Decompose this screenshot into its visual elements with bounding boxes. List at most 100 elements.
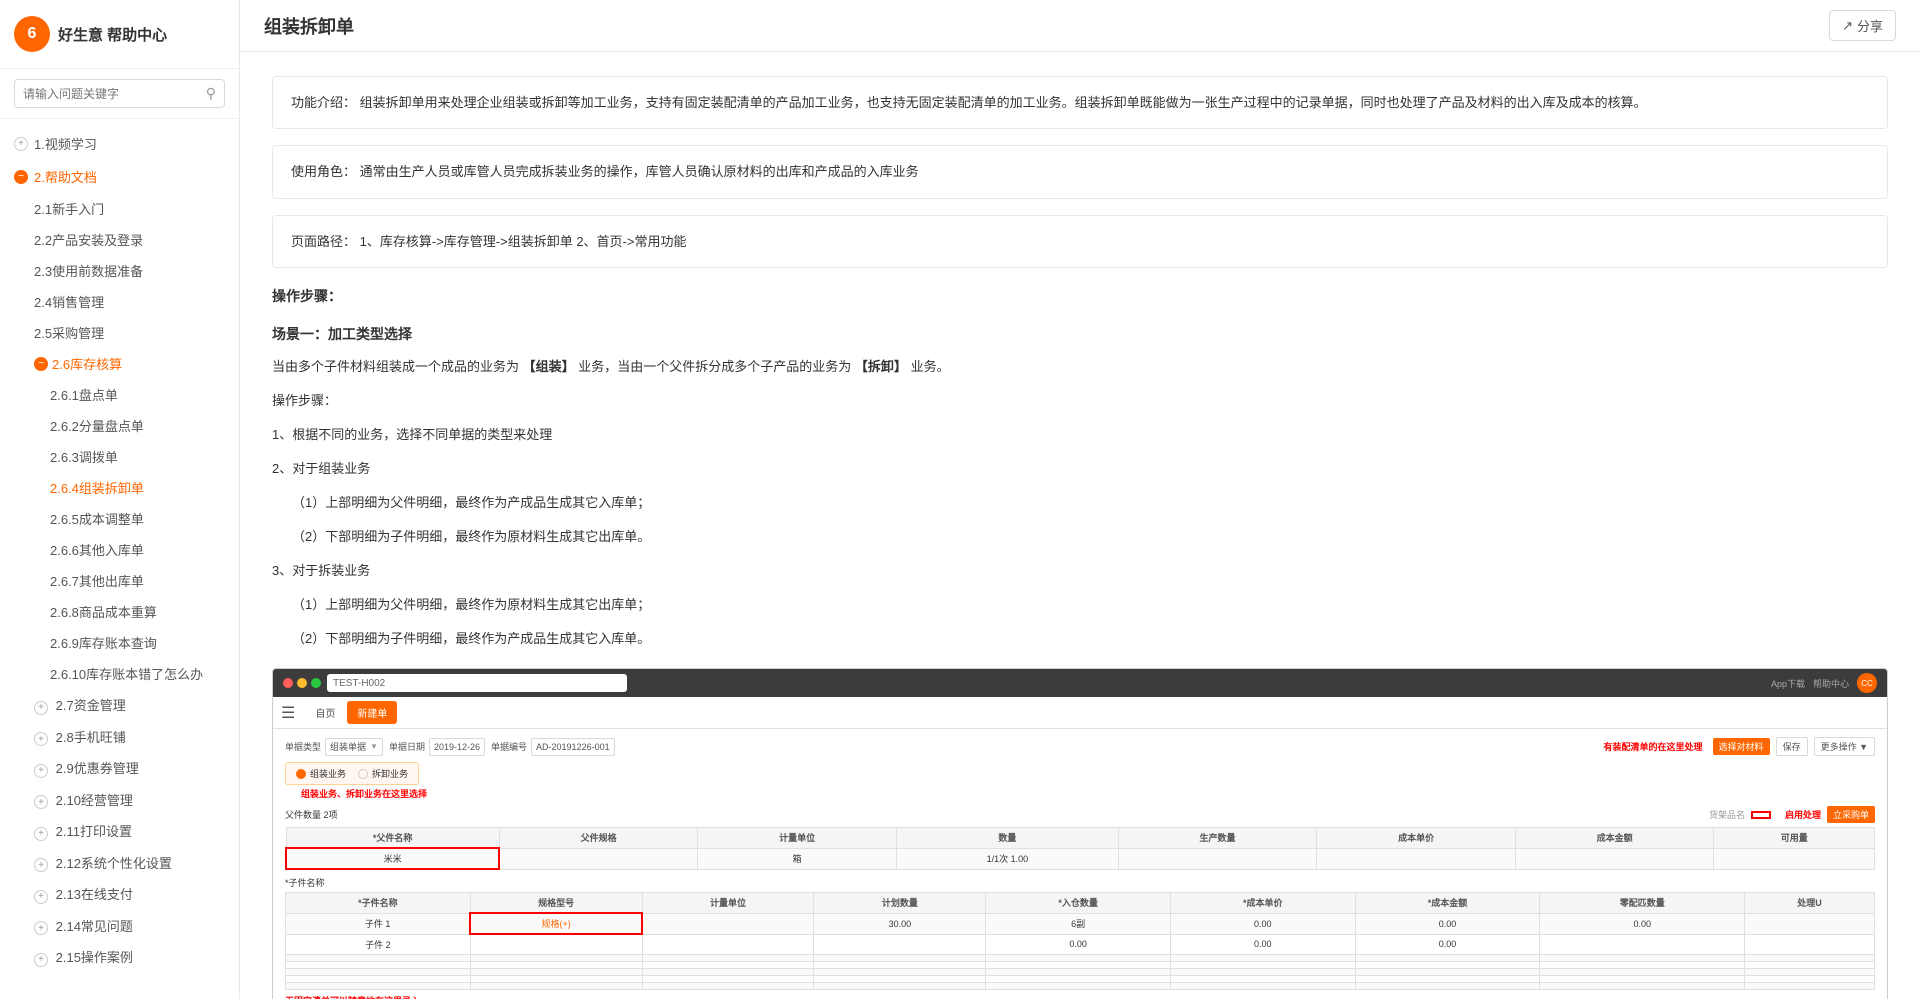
- collapse-icon: −: [14, 170, 28, 184]
- ss-top-table-actions: 货架品名 启用处理 立采购单: [1709, 806, 1875, 823]
- sidebar-item-inv-266[interactable]: 2.6.6其他入库单: [0, 534, 239, 565]
- ss-tab-new[interactable]: 新建单: [347, 701, 397, 724]
- logo-area: 6 好生意 帮助中心: [0, 0, 239, 69]
- search-icon: ⚲: [206, 85, 216, 102]
- sidebar-item-mobile[interactable]: + 2.8手机旺铺: [0, 721, 239, 753]
- sidebar-item-faq[interactable]: + 2.14常见问题: [0, 910, 239, 942]
- sidebar-item-finance[interactable]: + 2.7资金管理: [0, 689, 239, 721]
- ss-avatar: CC: [1857, 673, 1877, 693]
- top-bar: 组装拆卸单 ↗ 分享: [240, 0, 1920, 52]
- scene1-heading: 场景一：加工类型选择: [272, 324, 1888, 344]
- sidebar-item-inv-2610[interactable]: 2.6.10库存账本错了怎么办: [0, 658, 239, 689]
- sidebar-item-online-pay[interactable]: + 2.13在线支付: [0, 878, 239, 910]
- search-box[interactable]: ⚲: [14, 79, 225, 108]
- step1: 1、根据不同的业务，选择不同单据的类型来处理: [272, 422, 1888, 448]
- logo-icon: 6: [14, 16, 50, 52]
- ss-save-btn[interactable]: 保存: [1776, 737, 1808, 756]
- ss-type-option-disassemble[interactable]: 拆卸业务: [358, 767, 408, 780]
- ss-annotation-3: 启用处理: [1785, 808, 1821, 821]
- path-text: 1、库存核算->库存管理->组装拆卸单 2、首页->常用功能: [360, 234, 687, 249]
- ss-more-btn[interactable]: 更多操作 ▼: [1814, 737, 1875, 756]
- sidebar-item-inv-269[interactable]: 2.6.9库存账本查询: [0, 627, 239, 658]
- sidebar-item-print[interactable]: + 2.11打印设置: [0, 815, 239, 847]
- role-block: 使用角色： 通常由生产人员或库管人员完成拆装业务的操作，库管人员确认原材料的出库…: [272, 145, 1888, 198]
- step3-2: （2）下部明细为子件明细，最终作为产成品生成其它入库单。: [272, 626, 1888, 652]
- nav-list: + 1.视频学习 − 2.帮助文档 2.1新手入门 2.2产品安装及登录 2.3…: [0, 119, 239, 999]
- step2: 2、对于组装业务: [272, 456, 1888, 482]
- maximize-dot: [311, 678, 321, 688]
- ss-type-selector-area: 组装业务 拆卸业务 组装业务、拆卸业务在这里选择: [285, 762, 1875, 800]
- chevron-down-icon: ▼: [370, 742, 378, 751]
- ss-enable-input[interactable]: [1751, 811, 1771, 819]
- sidebar-item-video[interactable]: + 1.视频学习: [0, 127, 239, 160]
- step2-2: （2）下部明细为子件明细，最终作为原材料生成其它出库单。: [272, 524, 1888, 550]
- sidebar-item-cases[interactable]: + 2.15操作案例: [0, 941, 239, 973]
- sidebar-item-newcomer[interactable]: 2.1新手入门: [0, 193, 239, 224]
- radio-assemble: [296, 769, 306, 779]
- sidebar-item-inv-261[interactable]: 2.6.1盘点单: [0, 379, 239, 410]
- ss-confirm-btn[interactable]: 立采购单: [1827, 806, 1875, 823]
- steps-sub-label: 操作步骤：: [272, 388, 1888, 414]
- ss-type-select[interactable]: 组装单据 ▼: [325, 738, 383, 756]
- sidebar-item-install[interactable]: 2.2产品安装及登录: [0, 224, 239, 255]
- table-row: 子件 1 规格(+) 30.00 6副 0.00 0.00 0.00: [286, 913, 1875, 934]
- cases-expand-icon: +: [34, 953, 48, 967]
- screenshot-mockup: TEST-H002 App下载 帮助中心 CC ☰ 自页 新建单: [272, 668, 1888, 999]
- ss-annotation-1: 有装配清单的在这里处理: [1604, 740, 1703, 753]
- ss-titlebar: TEST-H002 App下载 帮助中心 CC: [273, 669, 1887, 697]
- coupon-expand-icon: +: [34, 764, 48, 778]
- print-expand-icon: +: [34, 827, 48, 841]
- sidebar-item-coupon[interactable]: + 2.9优惠券管理: [0, 752, 239, 784]
- online-pay-expand-icon: +: [34, 890, 48, 904]
- finance-expand-icon: +: [34, 701, 48, 715]
- page-title: 组装拆卸单: [264, 13, 354, 39]
- table-row: [286, 968, 1875, 975]
- inventory-collapse-icon: −: [34, 357, 48, 371]
- ss-right-actions: 有装配清单的在这里处理 选择对材料 保存 更多操作 ▼: [1604, 737, 1875, 756]
- table-row: [286, 982, 1875, 989]
- ss-field-type: 单据类型 组装单据 ▼: [285, 738, 383, 756]
- main-content: 组装拆卸单 ↗ 分享 功能介绍： 组装拆卸单用来处理企业组装或拆卸等加工业务，支…: [240, 0, 1920, 999]
- sidebar-item-inventory[interactable]: − 2.6库存核算: [0, 348, 239, 379]
- ss-top-table: *父件名称 父件规格 计量单位 数量 生产数量 成本单价 成本金额 可用量: [285, 827, 1875, 870]
- step3-1: （1）上部明细为父件明细，最终作为原材料生成其它出库单；: [272, 592, 1888, 618]
- sidebar-item-inv-264[interactable]: 2.6.4组装拆卸单: [0, 472, 239, 503]
- step2-1: （1）上部明细为父件明细，最终作为产成品生成其它入库单；: [272, 490, 1888, 516]
- table-row: [286, 961, 1875, 968]
- sidebar: 6 好生意 帮助中心 ⚲ + 1.视频学习 − 2.帮助文档 2.1新手入门 2…: [0, 0, 240, 999]
- ss-select-materials-btn[interactable]: 选择对材料: [1713, 738, 1770, 755]
- path-label: 页面路径：: [291, 234, 356, 249]
- ss-annotation-4-area: 无固定清单可以随意地在这里录入: [285, 994, 1875, 999]
- ss-nav-row: ☰ 自页 新建单: [273, 697, 1887, 729]
- sidebar-item-inv-267[interactable]: 2.6.7其他出库单: [0, 565, 239, 596]
- sidebar-item-inv-262[interactable]: 2.6.2分量盘点单: [0, 410, 239, 441]
- expand-icon: +: [14, 137, 28, 151]
- ss-bottom-label-row: *子件名称: [285, 876, 1875, 889]
- search-input[interactable]: [23, 87, 206, 101]
- ss-appstore-link: App下载: [1771, 677, 1805, 690]
- sidebar-item-data-prep[interactable]: 2.3使用前数据准备: [0, 255, 239, 286]
- sidebar-item-ops[interactable]: + 2.10经营管理: [0, 784, 239, 816]
- ss-top-table-header: *父件名称 父件规格 计量单位 数量 生产数量 成本单价 成本金额 可用量: [286, 828, 1875, 849]
- path-block: 页面路径： 1、库存核算->库存管理->组装拆卸单 2、首页->常用功能: [272, 215, 1888, 268]
- ss-enable-label: 货架品名: [1709, 808, 1745, 821]
- sidebar-item-inv-265[interactable]: 2.6.5成本调整单: [0, 503, 239, 534]
- ss-date-input: 2019-12-26: [429, 738, 485, 756]
- ss-left-nav: ☰: [281, 703, 295, 723]
- ss-sidebar-toggle[interactable]: ☰: [281, 703, 295, 723]
- ss-field-date: 单据日期 2019-12-26: [389, 738, 485, 756]
- sidebar-item-sales[interactable]: 2.4销售管理: [0, 286, 239, 317]
- intro-text: 组装拆卸单用来处理企业组装或拆卸等加工业务，支持有固定装配清单的产品加工业务，也…: [360, 95, 1647, 110]
- ss-bottom-table-header: *子件名称 规格型号 计量单位 计划数量 *入仓数量 *成本单价 *成本金额 零…: [286, 893, 1875, 914]
- table-row: 子件 2 0.00 0.00 0.00: [286, 934, 1875, 954]
- sidebar-item-docs[interactable]: − 2.帮助文档: [0, 160, 239, 193]
- sidebar-item-inv-268[interactable]: 2.6.8商品成本重算: [0, 596, 239, 627]
- sidebar-item-purchase[interactable]: 2.5采购管理: [0, 317, 239, 348]
- share-button[interactable]: ↗ 分享: [1829, 10, 1896, 41]
- ss-tab-home[interactable]: 自页: [305, 701, 345, 724]
- sidebar-item-inv-263[interactable]: 2.6.3调拨单: [0, 441, 239, 472]
- ss-type-option-assemble[interactable]: 组装业务: [296, 767, 346, 780]
- customize-expand-icon: +: [34, 858, 48, 872]
- sidebar-item-customize[interactable]: + 2.12系统个性化设置: [0, 847, 239, 879]
- ss-top-table-header-row: 父件数量 2项 货架品名 启用处理 立采购单: [285, 806, 1875, 823]
